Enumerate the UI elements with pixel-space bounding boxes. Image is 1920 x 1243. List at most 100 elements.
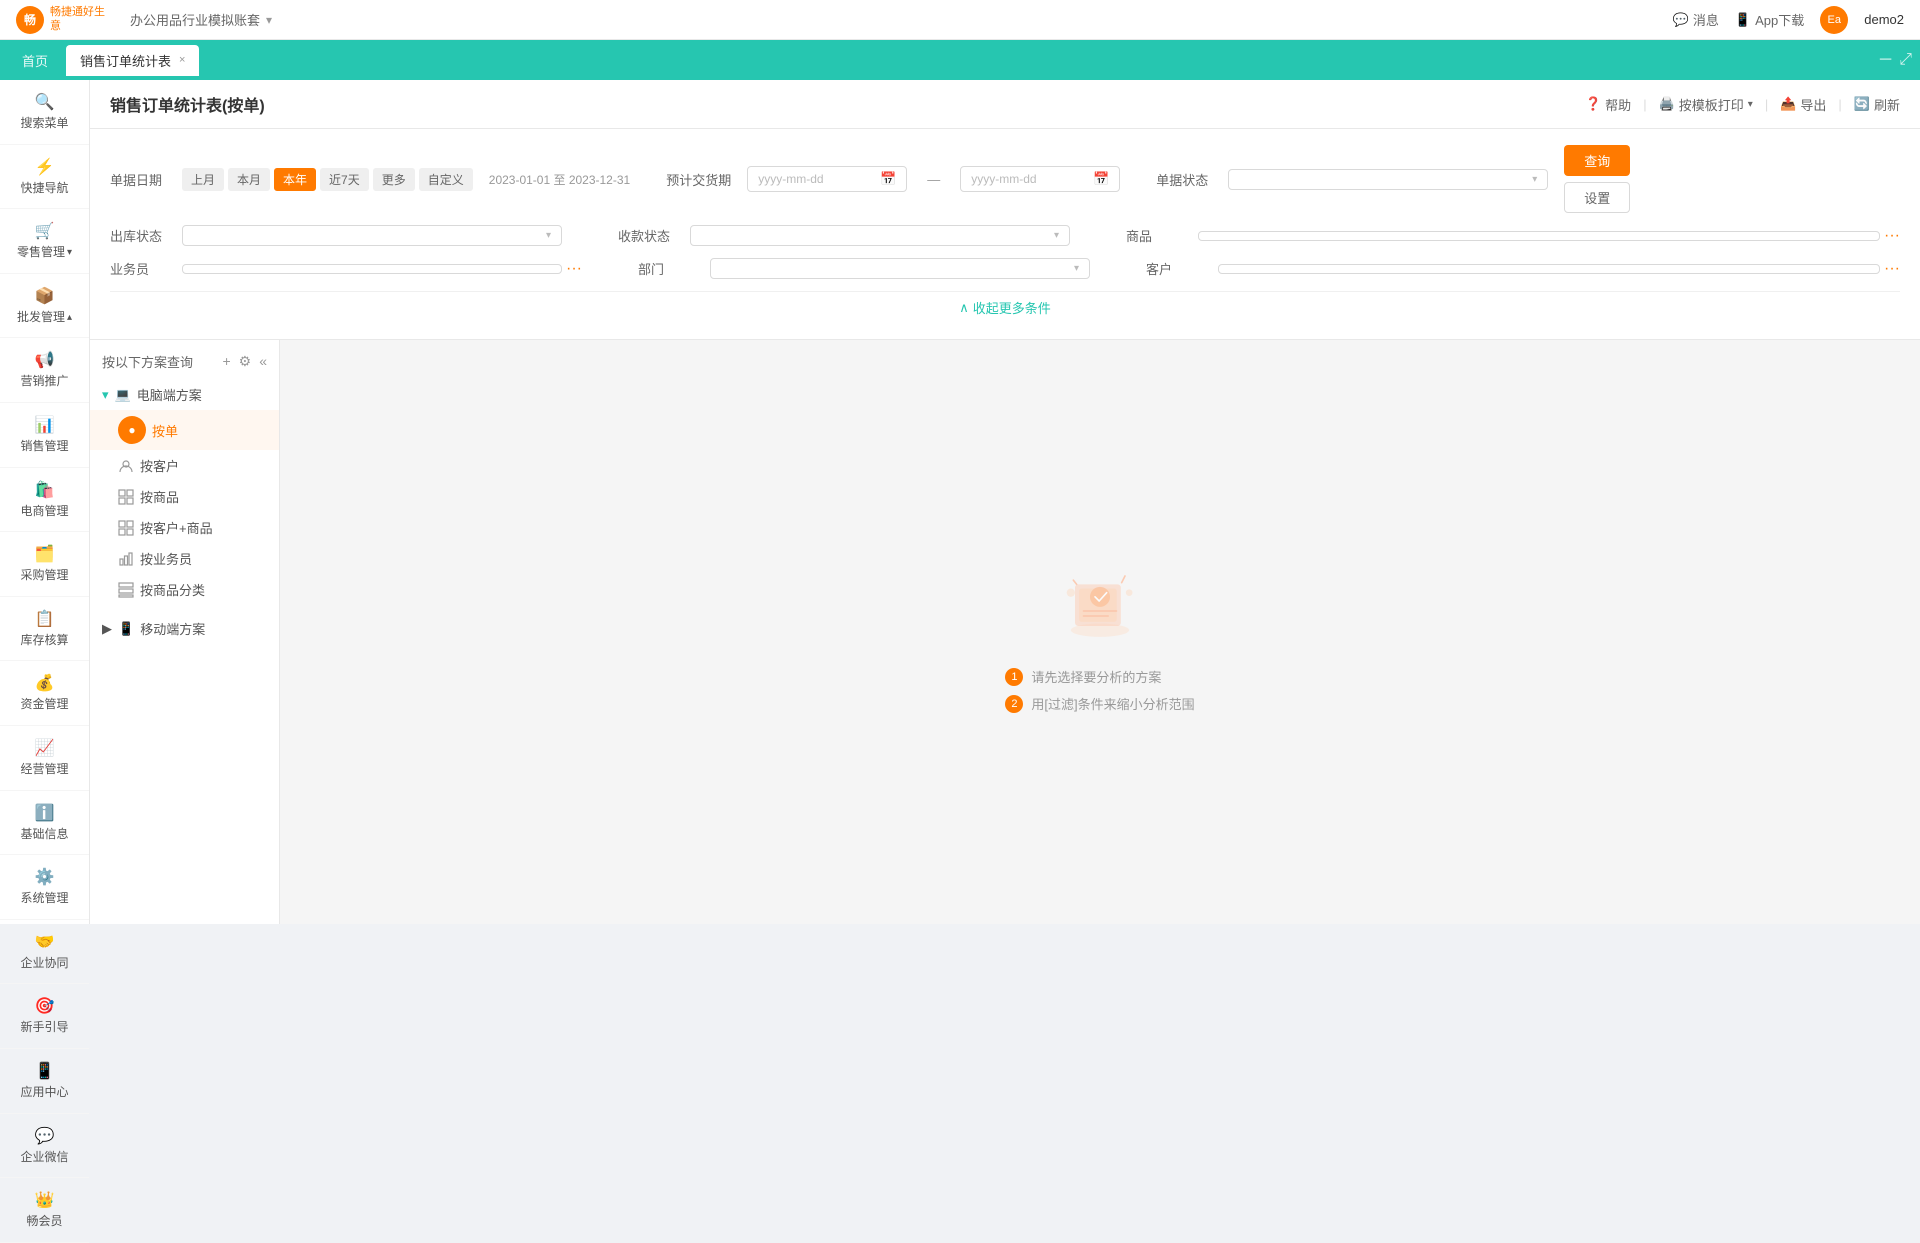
last-month-btn[interactable]: 上月 xyxy=(182,168,224,191)
sidebar-item-purchase[interactable]: 🗂️ 采购管理 xyxy=(0,532,89,597)
analysis-collapse-button[interactable]: « xyxy=(259,353,267,370)
tab-close-icon[interactable]: × xyxy=(179,54,185,66)
query-button[interactable]: 查询 xyxy=(1564,145,1630,176)
sidebar-item-finance[interactable]: 💰 资金管理 xyxy=(0,661,89,726)
this-year-btn[interactable]: 本年 xyxy=(274,168,316,191)
analysis-item-by-salesperson[interactable]: 按业务员 xyxy=(90,543,279,574)
ecommerce-icon: 🛍️ xyxy=(35,480,55,500)
export-icon: 📤 xyxy=(1780,96,1796,112)
sidebar-item-app-center[interactable]: 📱 应用中心 xyxy=(0,1049,89,1114)
department-label: 部门 xyxy=(638,259,694,278)
tab-bar: 首页 销售订单统计表 × ─ ⤢ xyxy=(0,40,1920,80)
analysis-item-by-customer[interactable]: 按客户 xyxy=(90,450,279,481)
ship-status-select[interactable]: ▾ xyxy=(182,225,562,246)
download-icon: 📱 xyxy=(1735,12,1751,28)
tip-num-2: 2 xyxy=(1005,695,1023,713)
more-btn[interactable]: 更多 xyxy=(373,168,415,191)
analysis-item-by-order[interactable]: ● 按单 xyxy=(90,410,279,450)
page-title: 销售订单统计表(按单) xyxy=(110,92,265,116)
customer-more-icon[interactable]: ··· xyxy=(1884,260,1900,278)
department-select[interactable]: ▾ xyxy=(710,258,1090,279)
collapse-filter-button[interactable]: ∧ 收起更多条件 xyxy=(110,291,1900,323)
sidebar-item-enterprise[interactable]: 🤝 企业协同 xyxy=(0,920,89,985)
sidebar-item-quick-nav[interactable]: ⚡ 快捷导航 xyxy=(0,145,89,210)
sidebar-item-marketing[interactable]: 📢 营销推广 xyxy=(0,338,89,403)
tip-text-1: 请先选择要分析的方案 xyxy=(1031,667,1161,686)
last-7-days-btn[interactable]: 近7天 xyxy=(320,168,369,191)
this-month-btn[interactable]: 本月 xyxy=(228,168,270,191)
refresh-button[interactable]: 🔄 刷新 xyxy=(1854,95,1900,114)
goods-input[interactable] xyxy=(1198,231,1880,241)
collection-status-arrow-icon: ▾ xyxy=(1054,230,1059,241)
empty-tip-1: 1 请先选择要分析的方案 xyxy=(1005,667,1194,686)
export-button[interactable]: 📤 导出 xyxy=(1780,95,1826,114)
app-center-icon: 📱 xyxy=(35,1061,55,1081)
breadcrumb-arrow-icon[interactable]: ▾ xyxy=(266,13,272,27)
analysis-item-by-goods[interactable]: 按商品 xyxy=(90,481,279,512)
analysis-item-by-customer-goods[interactable]: 按客户+商品 xyxy=(90,512,279,543)
goods-more-icon[interactable]: ··· xyxy=(1884,227,1900,245)
main-layout: 🔍 搜索菜单 ⚡ 快捷导航 🛒 零售管理 ▾ 📦 批发管理 ▴ 📢 营销推广 xyxy=(0,80,1920,924)
sidebar: 🔍 搜索菜单 ⚡ 快捷导航 🛒 零售管理 ▾ 📦 批发管理 ▴ 📢 营销推广 xyxy=(0,80,90,924)
analysis-group-pc: ▾ 💻 电脑端方案 ● 按单 xyxy=(90,379,279,605)
bill-status-select[interactable]: ▾ xyxy=(1228,169,1548,190)
help-button[interactable]: ❓ 帮助 xyxy=(1585,95,1631,114)
analysis-group-mobile-title[interactable]: ▶ 📱 移动端方案 xyxy=(90,613,279,644)
sidebar-item-system[interactable]: ⚙️ 系统管理 xyxy=(0,855,89,920)
print-arrow-icon: ▾ xyxy=(1748,99,1753,110)
tab-expand-button[interactable]: ⤢ xyxy=(1899,51,1912,69)
sidebar-item-operations[interactable]: 📈 经营管理 xyxy=(0,726,89,791)
sidebar-item-wholesale-mgmt[interactable]: 📦 批发管理 ▴ xyxy=(0,274,89,339)
enterprise-icon: 🤝 xyxy=(35,932,55,952)
collection-status-select[interactable]: ▾ xyxy=(690,225,1070,246)
sidebar-item-ecommerce[interactable]: 🛍️ 电商管理 xyxy=(0,468,89,533)
tab-minimize-button[interactable]: ─ xyxy=(1880,51,1891,69)
by-salesperson-icon xyxy=(118,551,134,567)
top-header: 畅 畅捷通好生意 办公用品行业模拟账套 ▾ 💬 消息 📱 App下载 Ea de… xyxy=(0,0,1920,40)
customer-input[interactable] xyxy=(1218,264,1880,274)
tip-text-2: 用[过滤]条件来缩小分析范围 xyxy=(1031,694,1194,713)
page-header-actions: ❓ 帮助 | 🖨️ 按模板打印 ▾ | 📤 导出 | 🔄 刷新 xyxy=(1585,95,1900,114)
expected-date-start-input[interactable]: yyyy-mm-dd 📅 xyxy=(747,166,907,192)
salesperson-label: 业务员 xyxy=(110,259,166,278)
retail-arrow-icon: ▾ xyxy=(67,247,72,258)
sidebar-item-member[interactable]: 👑 畅会员 xyxy=(0,1178,89,1243)
sidebar-item-basic-info[interactable]: ℹ️ 基础信息 xyxy=(0,791,89,856)
analysis-settings-button[interactable]: ⚙ xyxy=(239,353,252,370)
sidebar-item-inventory[interactable]: 📋 库存核算 xyxy=(0,597,89,662)
logo-area: 畅 畅捷通好生意 xyxy=(16,6,110,34)
help-icon: ❓ xyxy=(1585,96,1601,112)
template-print-button[interactable]: 🖨️ 按模板打印 ▾ xyxy=(1659,95,1753,114)
tab-home[interactable]: 首页 xyxy=(8,45,62,76)
search-menu-icon: 🔍 xyxy=(35,92,55,112)
analysis-add-button[interactable]: + xyxy=(222,353,230,370)
sidebar-item-new-guide[interactable]: 🎯 新手引导 xyxy=(0,984,89,1049)
message-button[interactable]: 💬 消息 xyxy=(1673,10,1719,29)
salesperson-input[interactable] xyxy=(182,264,562,274)
by-goods-icon xyxy=(118,489,134,505)
query-actions: 查询 设置 xyxy=(1564,145,1630,213)
ship-status-arrow-icon: ▾ xyxy=(546,230,551,241)
custom-btn[interactable]: 自定义 xyxy=(419,168,473,191)
pc-group-icon: 💻 xyxy=(115,387,131,403)
sidebar-item-search-menu[interactable]: 🔍 搜索菜单 xyxy=(0,80,89,145)
finance-icon: 💰 xyxy=(35,673,55,693)
analysis-panel-header: 按以下方案查询 + ⚙ « xyxy=(90,352,279,379)
tab-sales-order-stats[interactable]: 销售订单统计表 × xyxy=(66,45,199,76)
settings-button[interactable]: 设置 xyxy=(1564,182,1630,213)
department-arrow-icon: ▾ xyxy=(1074,263,1079,274)
sidebar-item-retail-mgmt[interactable]: 🛒 零售管理 ▾ xyxy=(0,209,89,274)
salesperson-more-icon[interactable]: ··· xyxy=(566,260,582,278)
analysis-group-pc-title[interactable]: ▾ 💻 电脑端方案 xyxy=(90,379,279,410)
wholesale-arrow-icon: ▴ xyxy=(67,312,72,323)
app-download-button[interactable]: 📱 App下载 xyxy=(1735,10,1804,29)
analysis-item-by-goods-category[interactable]: 按商品分类 xyxy=(90,574,279,605)
sidebar-item-enterprise-wechat[interactable]: 💬 企业微信 xyxy=(0,1114,89,1179)
user-avatar[interactable]: Ea xyxy=(1820,6,1848,34)
empty-tip-2: 2 用[过滤]条件来缩小分析范围 xyxy=(1005,694,1194,713)
user-name[interactable]: demo2 xyxy=(1864,12,1904,27)
by-goods-category-icon xyxy=(118,582,134,598)
basic-info-icon: ℹ️ xyxy=(35,803,55,823)
expected-date-end-input[interactable]: yyyy-mm-dd 📅 xyxy=(960,166,1120,192)
sidebar-item-sales-mgmt[interactable]: 📊 销售管理 xyxy=(0,403,89,468)
